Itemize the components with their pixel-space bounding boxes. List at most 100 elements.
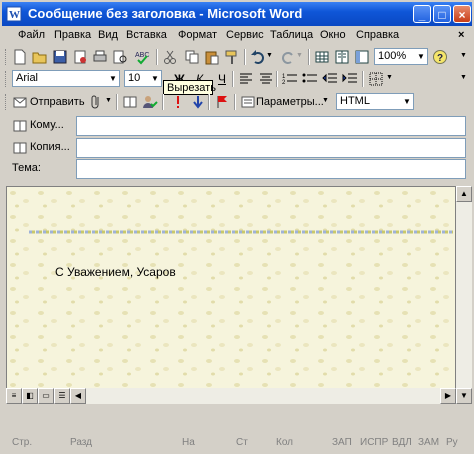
document-map-icon[interactable] — [354, 49, 370, 65]
toolbar-grip[interactable] — [5, 71, 9, 87]
scroll-right-icon[interactable]: ▶ — [440, 388, 456, 404]
close-button[interactable]: × — [453, 5, 471, 23]
underline-button[interactable]: Ч — [218, 72, 226, 86]
status-track-changes[interactable]: ИСПР — [360, 437, 388, 448]
attach-dropdown-icon[interactable]: ▼ — [105, 97, 112, 104]
menu-window[interactable]: Окно — [320, 29, 346, 41]
columns-icon[interactable] — [334, 49, 350, 65]
toolbar-separator — [232, 71, 234, 87]
svg-text:?: ? — [437, 53, 443, 64]
menu-tools[interactable]: Сервис — [226, 29, 264, 41]
status-page: Стр. — [12, 437, 33, 448]
normal-view-icon[interactable]: ≡ — [6, 388, 22, 404]
status-overtype[interactable]: ЗАМ — [418, 437, 439, 448]
status-at: На — [182, 437, 195, 448]
chevron-down-icon[interactable]: ▼ — [149, 71, 161, 86]
copy-icon[interactable] — [184, 49, 200, 65]
new-document-icon[interactable] — [12, 49, 28, 65]
zoom-select[interactable]: 100% ▼ — [374, 48, 428, 65]
cc-button[interactable]: Копия... — [30, 141, 70, 153]
undo-icon[interactable] — [250, 49, 266, 65]
redo-icon[interactable] — [280, 49, 296, 65]
borders-icon[interactable] — [368, 71, 384, 87]
address-book-icon[interactable] — [12, 140, 28, 156]
menu-table[interactable]: Таблица — [270, 29, 313, 41]
subject-field[interactable] — [76, 159, 466, 179]
vertical-scrollbar[interactable]: ▲ ▼ — [456, 186, 472, 404]
follow-up-flag-icon[interactable] — [214, 94, 230, 110]
menu-help[interactable]: Справка — [356, 29, 399, 41]
chevron-down-icon[interactable]: ▼ — [401, 94, 413, 109]
to-field[interactable] — [76, 116, 466, 136]
outline-view-icon[interactable]: ☰ — [54, 388, 70, 404]
to-row: Кому... — [8, 116, 468, 136]
decrease-indent-icon[interactable] — [322, 71, 338, 87]
message-format-select[interactable]: HTML ▼ — [336, 93, 414, 110]
window-title: Сообщение без заголовка - Microsoft Word — [28, 6, 303, 21]
align-center-icon[interactable] — [258, 71, 274, 87]
message-body[interactable]: С Уважением, Усаров — [6, 186, 456, 390]
menu-edit[interactable]: Правка — [54, 29, 91, 41]
print-icon[interactable] — [92, 49, 108, 65]
options-button[interactable]: Параметры... — [256, 96, 324, 108]
status-extend[interactable]: ВДЛ — [392, 437, 412, 448]
cut-icon[interactable] — [162, 49, 178, 65]
formatting-toolbar: Arial ▼ 10 ▼ Ж К Ч 12 ▼ ▼ — [2, 68, 472, 90]
low-importance-icon[interactable] — [190, 94, 206, 110]
scroll-left-icon[interactable]: ◀ — [70, 388, 86, 404]
save-icon[interactable] — [52, 49, 68, 65]
bullets-icon[interactable] — [302, 71, 318, 87]
permission-icon[interactable] — [72, 49, 88, 65]
paste-icon[interactable] — [204, 49, 220, 65]
spelling-icon[interactable]: ABC — [134, 49, 150, 65]
send-button[interactable]: Отправить — [30, 96, 85, 108]
increase-indent-icon[interactable] — [342, 71, 358, 87]
align-left-icon[interactable] — [238, 71, 254, 87]
to-button[interactable]: Кому... — [30, 119, 64, 131]
check-names-icon[interactable] — [142, 94, 158, 110]
undo-dropdown-icon[interactable]: ▼ — [266, 52, 273, 59]
word-window: W Сообщение без заголовка - Microsoft Wo… — [0, 0, 474, 454]
status-line: Ст — [236, 437, 248, 448]
help-icon[interactable]: ? — [432, 49, 448, 65]
scroll-up-icon[interactable]: ▲ — [456, 186, 472, 202]
numbering-icon[interactable]: 12 — [282, 71, 298, 87]
format-painter-icon[interactable] — [224, 49, 240, 65]
chevron-down-icon[interactable]: ▼ — [107, 71, 119, 86]
send-icon[interactable] — [12, 94, 28, 110]
toolbar-options-icon[interactable]: ▼ — [460, 52, 467, 59]
table-icon[interactable] — [314, 49, 330, 65]
address-book-icon[interactable] — [122, 94, 138, 110]
chevron-down-icon[interactable]: ▼ — [415, 49, 427, 64]
options-icon[interactable] — [240, 94, 256, 110]
redo-dropdown-icon[interactable]: ▼ — [296, 52, 303, 59]
word-app-icon[interactable]: W — [6, 6, 22, 22]
maximize-button[interactable]: □ — [433, 5, 451, 23]
high-importance-icon[interactable] — [170, 94, 186, 110]
borders-dropdown-icon[interactable]: ▼ — [386, 74, 393, 81]
status-record[interactable]: ЗАП — [332, 437, 352, 448]
web-layout-view-icon[interactable]: ◧ — [22, 388, 38, 404]
toolbar-grip[interactable] — [5, 94, 9, 110]
cc-field[interactable] — [76, 138, 466, 158]
email-toolbar: Отправить ▼ Параметры... ▼ HTML ▼ — [2, 91, 472, 113]
address-book-icon[interactable] — [12, 118, 28, 134]
minimize-button[interactable]: _ — [413, 5, 431, 23]
font-select[interactable]: Arial ▼ — [12, 70, 120, 87]
menu-format[interactable]: Формат — [178, 29, 217, 41]
options-dropdown-icon[interactable]: ▼ — [322, 97, 329, 104]
title-bar[interactable]: W Сообщение без заголовка - Microsoft Wo… — [2, 2, 472, 26]
scroll-down-icon[interactable]: ▼ — [456, 388, 472, 404]
menu-insert[interactable]: Вставка — [126, 29, 167, 41]
horizontal-scrollbar[interactable]: ≡ ◧ ▭ ☰ ◀ ▶ — [6, 388, 456, 404]
menu-file[interactable]: Файл — [18, 29, 45, 41]
attach-file-icon[interactable] — [88, 94, 104, 110]
print-layout-view-icon[interactable]: ▭ — [38, 388, 54, 404]
print-preview-icon[interactable] — [112, 49, 128, 65]
open-folder-icon[interactable] — [32, 49, 48, 65]
close-document-icon[interactable]: × — [458, 29, 464, 41]
toolbar-grip[interactable] — [5, 49, 9, 65]
font-size-select[interactable]: 10 ▼ — [124, 70, 162, 87]
menu-view[interactable]: Вид — [98, 29, 118, 41]
toolbar-options-icon[interactable]: ▼ — [460, 74, 467, 81]
